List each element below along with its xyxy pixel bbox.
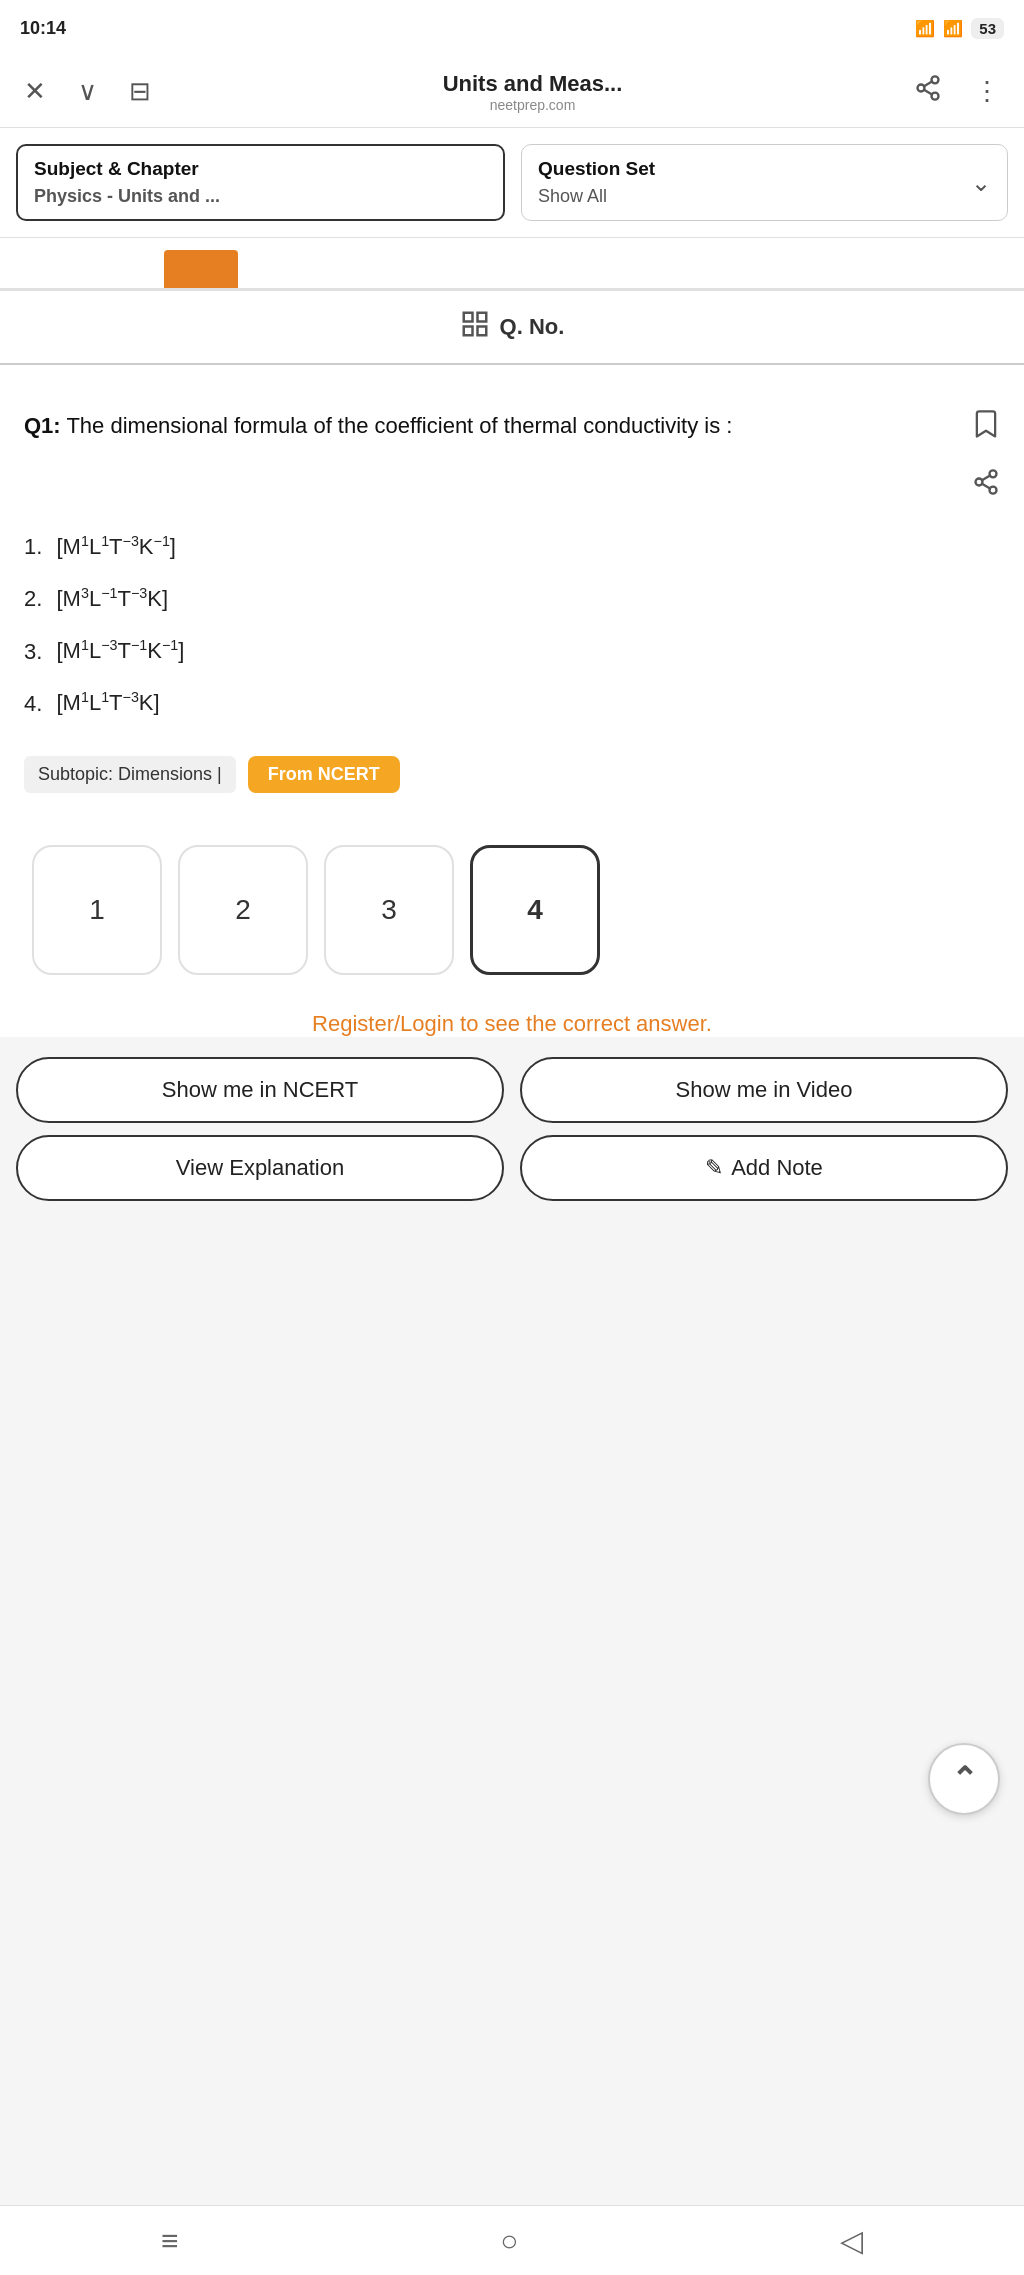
bottom-nav: ≡ ○ ◁ <box>0 2205 1024 2275</box>
tab-item[interactable] <box>16 250 82 291</box>
more-icon[interactable]: ⋮ <box>966 72 1008 111</box>
nav-actions: ⋮ <box>906 70 1008 113</box>
svg-line-12 <box>982 484 990 489</box>
subtopic-text: Subtopic: Dimensions | <box>24 756 236 793</box>
nav-title-block: Units and Meas... neetprep.com <box>175 71 890 113</box>
tab-slider <box>0 238 1024 291</box>
status-bar: 10:14 📶 📶 53 <box>0 0 1024 56</box>
ncert-badge: From NCERT <box>248 756 400 793</box>
tab-item-active[interactable] <box>164 250 239 291</box>
question-set-label: Question Set <box>538 158 655 180</box>
options-list: 1. [M1L1T−3K−1] 2. [M3L−1T−3K] 3. [M1L−3… <box>24 531 1000 720</box>
filter-icon[interactable]: ⊟ <box>121 72 159 111</box>
question-body: The dimensional formula of the coefficie… <box>66 413 732 438</box>
status-time: 10:14 <box>20 18 66 39</box>
menu-icon[interactable]: ≡ <box>161 2224 179 2258</box>
add-note-button[interactable]: ✎ Add Note <box>520 1135 1008 1201</box>
action-buttons-row2: View Explanation ✎ Add Note <box>16 1135 1008 1201</box>
show-ncert-button[interactable]: Show me in NCERT <box>16 1057 504 1123</box>
svg-rect-7 <box>463 327 472 336</box>
status-right: 📶 📶 53 <box>915 18 1004 39</box>
wifi-icon: 📶 <box>915 19 935 38</box>
filter-row: Subject & Chapter Physics - Units and ..… <box>0 128 1024 238</box>
question-set-inner: Question Set Show All <box>538 158 655 207</box>
svg-line-13 <box>982 476 990 481</box>
question-header: Q1: The dimensional formula of the coeff… <box>24 409 1000 503</box>
tab-item[interactable] <box>320 250 386 291</box>
question-block: Q1: The dimensional formula of the coeff… <box>24 389 1000 809</box>
subject-chapter-filter[interactable]: Subject & Chapter Physics - Units and ..… <box>16 144 505 221</box>
option-3[interactable]: 3. [M1L−3T−1K−1] <box>24 635 1000 667</box>
view-explanation-button[interactable]: View Explanation <box>16 1135 504 1201</box>
question-set-filter[interactable]: Question Set Show All ⌄ <box>521 144 1008 221</box>
tab-item[interactable] <box>90 250 156 291</box>
chevron-up-icon: ⌃ <box>951 1760 978 1798</box>
question-set-value: Show All <box>538 186 655 207</box>
close-icon[interactable]: ✕ <box>16 72 54 111</box>
subtopic-row: Subtopic: Dimensions | From NCERT <box>24 756 1000 793</box>
scroll-up-button[interactable]: ⌃ <box>928 1743 1000 1815</box>
q-no-label: Q. No. <box>500 314 565 340</box>
back-icon[interactable]: ◁ <box>840 2223 863 2258</box>
answer-btn-3[interactable]: 3 <box>324 845 454 975</box>
main-content: Q1: The dimensional formula of the coeff… <box>0 365 1024 1037</box>
share-icon[interactable] <box>906 70 950 113</box>
svg-line-4 <box>924 82 932 87</box>
nav-subtitle: neetprep.com <box>175 97 890 113</box>
chevron-down-icon[interactable]: ⌄ <box>971 169 991 197</box>
subject-chapter-label: Subject & Chapter <box>34 158 487 180</box>
tab-item[interactable] <box>394 250 460 291</box>
share-question-icon[interactable] <box>972 468 1000 503</box>
option-2[interactable]: 2. [M3L−1T−3K] <box>24 583 1000 615</box>
option-4[interactable]: 4. [M1L1T−3K] <box>24 687 1000 719</box>
question-number-header: Q. No. <box>0 291 1024 365</box>
signal-icon: 📶 <box>943 19 963 38</box>
login-prompt[interactable]: Register/Login to see the correct answer… <box>24 1011 1000 1037</box>
subject-chapter-value: Physics - Units and ... <box>34 186 487 207</box>
question-icons <box>972 409 1000 503</box>
chevron-down-icon[interactable]: ∨ <box>70 72 105 111</box>
answer-options: 1 2 3 4 <box>24 845 1000 975</box>
svg-rect-6 <box>477 313 486 322</box>
note-icon: ✎ <box>705 1155 723 1181</box>
question-text: Q1: The dimensional formula of the coeff… <box>24 409 956 442</box>
action-buttons-row1: Show me in NCERT Show me in Video <box>16 1057 1008 1123</box>
home-icon[interactable]: ○ <box>500 2224 518 2258</box>
battery-indicator: 53 <box>971 18 1004 39</box>
question-number: Q1: <box>24 413 61 438</box>
nav-bar: ✕ ∨ ⊟ Units and Meas... neetprep.com ⋮ <box>0 56 1024 128</box>
add-note-label: Add Note <box>731 1155 823 1181</box>
nav-title: Units and Meas... <box>175 71 890 97</box>
answer-btn-2[interactable]: 2 <box>178 845 308 975</box>
answer-btn-1[interactable]: 1 <box>32 845 162 975</box>
tab-item[interactable] <box>246 250 312 291</box>
show-video-button[interactable]: Show me in Video <box>520 1057 1008 1123</box>
grid-icon <box>460 309 490 345</box>
svg-rect-5 <box>463 313 472 322</box>
answer-btn-4[interactable]: 4 <box>470 845 600 975</box>
svg-rect-8 <box>477 327 486 336</box>
bookmark-icon[interactable] <box>972 409 1000 448</box>
svg-line-3 <box>924 90 932 95</box>
option-1[interactable]: 1. [M1L1T−3K−1] <box>24 531 1000 563</box>
